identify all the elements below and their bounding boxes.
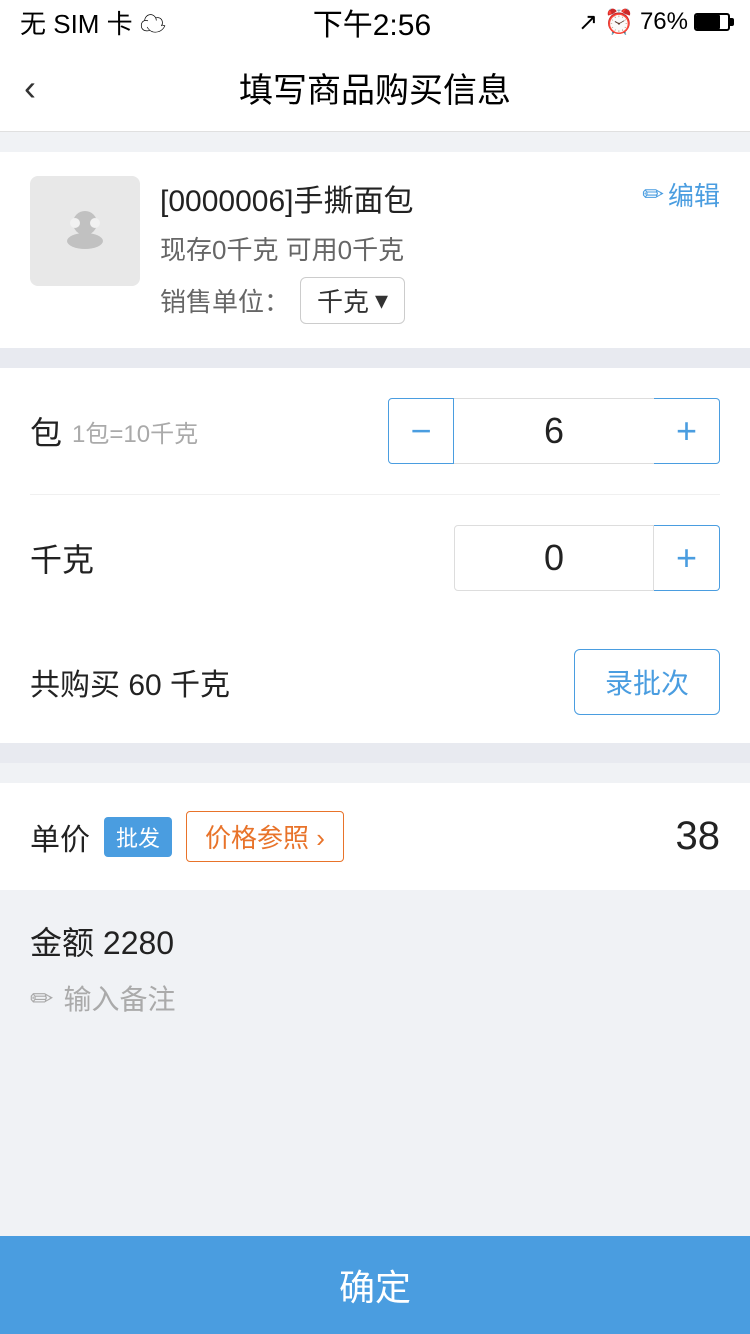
product-info: [0000006]手撕面包 ✏ 编辑 现存0千克 可用0千克 销售单位： 千克 … <box>160 176 720 324</box>
product-stock: 现存0千克 可用0千克 <box>160 230 720 267</box>
unit-select[interactable]: 千克 ▾ <box>300 277 405 324</box>
remark-pencil-icon: ✏ <box>30 982 53 1015</box>
kg-input-row: 千克 + <box>30 495 720 621</box>
edit-button[interactable]: ✏ 编辑 <box>642 176 720 213</box>
product-card: [0000006]手撕面包 ✏ 编辑 现存0千克 可用0千克 销售单位： 千克 … <box>0 152 750 348</box>
amount-row: 金额 2280 <box>30 918 720 964</box>
package-decrement-button[interactable]: − <box>388 398 454 464</box>
amount-number: 2280 <box>103 925 174 961</box>
amount-section: 金额 2280 ✏ 输入备注 <box>0 890 750 1028</box>
price-tag: 批发 <box>104 817 172 857</box>
location-icon: ↗ <box>578 8 598 37</box>
section-separator-2 <box>0 743 750 763</box>
summary-section: 共购买 60 千克 录批次 <box>0 621 750 743</box>
edit-icon: ✏ <box>642 179 664 210</box>
sim-indicator: 无 SIM 卡 ☁ <box>20 4 166 41</box>
kg-label: 千克 <box>30 535 94 581</box>
remark-placeholder: 输入备注 <box>63 978 175 1018</box>
nav-bar: ‹ 填写商品购买信息 <box>0 44 750 132</box>
status-left: 无 SIM 卡 ☁ <box>20 4 166 41</box>
price-value: 38 <box>676 814 721 859</box>
package-increment-button[interactable]: + <box>654 398 720 464</box>
product-logo-icon <box>55 201 115 261</box>
back-button[interactable]: ‹ <box>24 67 36 109</box>
chevron-down-icon: ▾ <box>375 285 388 316</box>
package-input-row: 包 1包=10千克 − + <box>30 368 720 495</box>
battery-icon <box>694 13 730 31</box>
price-section: 单价 批发 价格参照 › 38 <box>0 783 750 890</box>
price-left: 单价 批发 价格参照 › <box>30 811 344 862</box>
product-unit: 销售单位： 千克 ▾ <box>160 277 720 324</box>
battery-level: 76% <box>640 8 688 36</box>
price-label: 单价 <box>30 815 90 859</box>
product-name: [0000006]手撕面包 <box>160 176 413 220</box>
summary-text: 共购买 60 千克 <box>30 660 230 704</box>
kg-controls: + <box>454 525 720 591</box>
package-controls: − + <box>388 398 720 464</box>
record-batch-button[interactable]: 录批次 <box>574 649 720 715</box>
remark-row[interactable]: ✏ 输入备注 <box>30 978 720 1018</box>
status-bar: 无 SIM 卡 ☁ 下午2:56 ↗ ⏰ 76% <box>0 0 750 44</box>
amount-label: 金额 <box>30 925 94 961</box>
status-right: ↗ ⏰ 76% <box>578 8 730 37</box>
status-time: 下午2:56 <box>313 0 431 44</box>
kg-increment-button[interactable]: + <box>654 525 720 591</box>
kg-input[interactable] <box>454 525 654 591</box>
alarm-icon: ⏰ <box>604 8 634 37</box>
confirm-button[interactable]: 确定 <box>0 1236 750 1334</box>
package-label: 包 1包=10千克 <box>30 408 198 454</box>
section-separator-1 <box>0 348 750 368</box>
page-title: 填写商品购买信息 <box>239 63 511 112</box>
package-input[interactable] <box>454 398 654 464</box>
product-image <box>30 176 140 286</box>
package-hint: 1包=10千克 <box>72 414 198 449</box>
input-section: 包 1包=10千克 − + 千克 + <box>0 368 750 621</box>
price-reference-button[interactable]: 价格参照 › <box>186 811 344 862</box>
